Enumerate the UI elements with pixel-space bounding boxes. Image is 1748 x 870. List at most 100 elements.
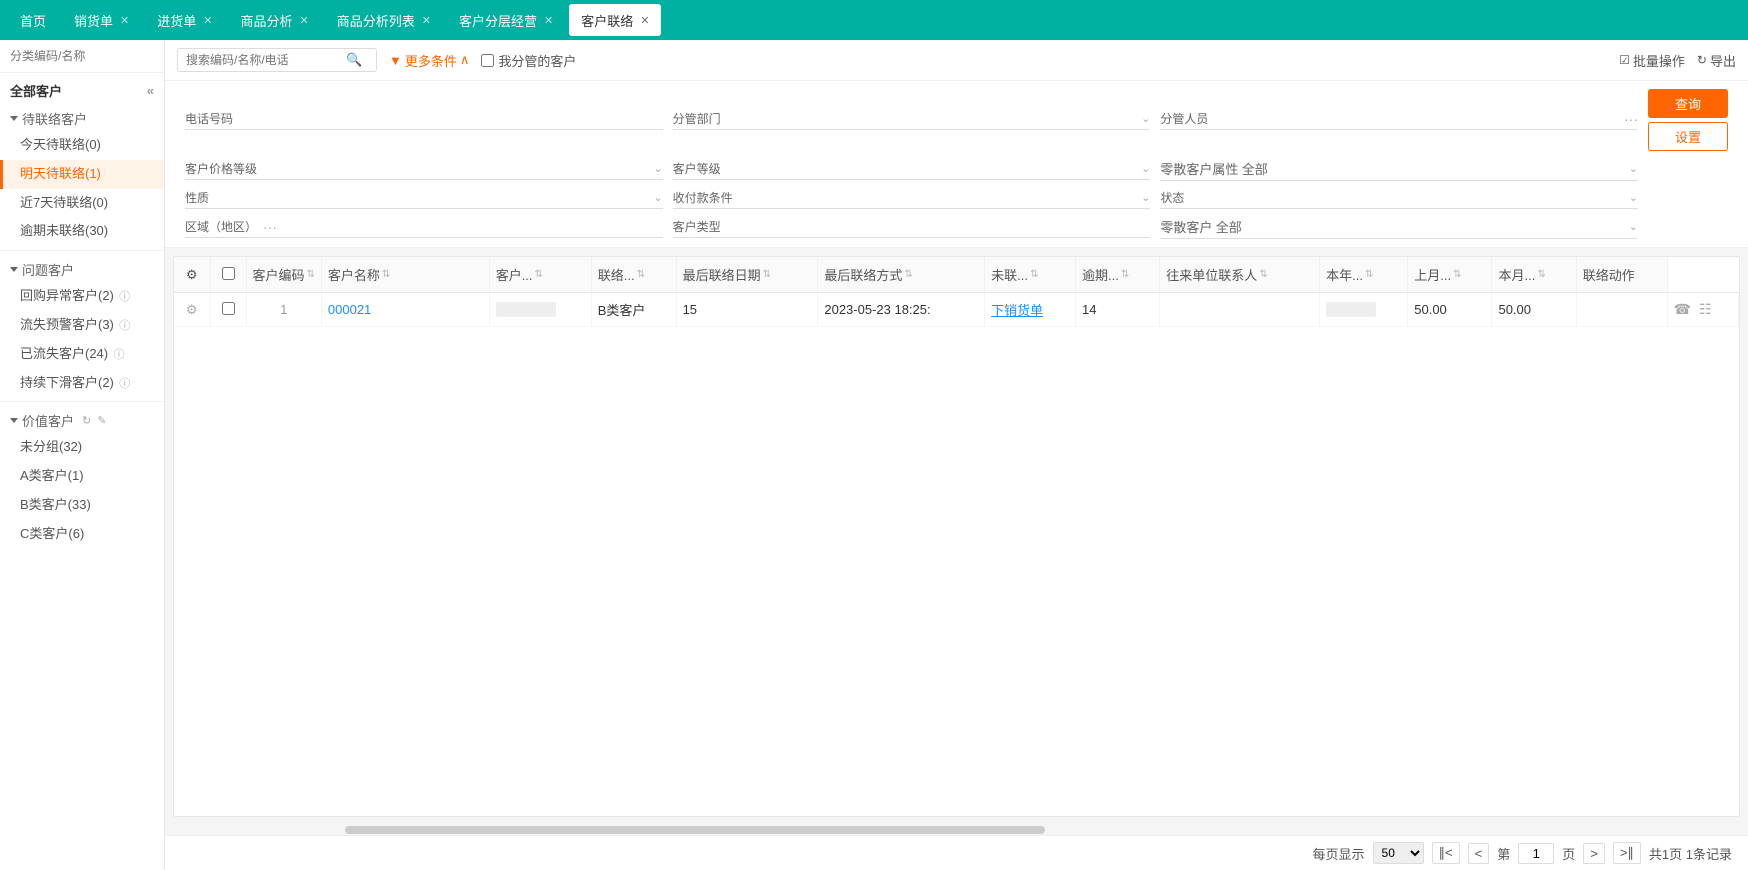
row-checkbox-cell[interactable] (210, 293, 246, 327)
nav-item-0[interactable]: 销货单 ✕ (62, 4, 141, 36)
th-action: 联络动作 (1576, 257, 1667, 293)
th-code[interactable]: 客户编码⇅ (246, 257, 321, 293)
filter-customer-type[interactable]: 客户类型 (673, 218, 1151, 238)
edit-icon[interactable]: ✎ (97, 414, 106, 427)
query-button[interactable]: 查询 (1648, 89, 1728, 118)
th-this-year[interactable]: 本年...⇅ (1320, 257, 1408, 293)
help-icon[interactable]: ⓘ (119, 320, 130, 332)
th-contact-count[interactable]: 联络...⇅ (591, 257, 676, 293)
search-input[interactable] (186, 53, 346, 67)
help-icon[interactable]: ⓘ (113, 349, 124, 361)
sidebar-item-c-class[interactable]: C类客户(6) (0, 520, 164, 549)
filter-payment-terms[interactable]: 收付款条件 ⌄ (673, 189, 1151, 209)
export-btn[interactable]: ↻ 导出 (1697, 51, 1736, 70)
nav-item-5[interactable]: 客户联络 ✕ (569, 4, 661, 36)
filter-row-4: 区域（地区） ··· 客户类型 零散客户 全部 ⌄ (185, 217, 1728, 239)
close-icon[interactable]: ✕ (300, 14, 309, 27)
collapse-icon[interactable]: « (147, 83, 154, 98)
row-code[interactable]: 000021 (321, 293, 489, 327)
select-all-checkbox[interactable] (222, 267, 235, 280)
filter-retail-customer[interactable]: 零散客户 全部 ⌄ (1160, 217, 1638, 239)
separator (0, 250, 164, 251)
filter-status[interactable]: 状态 ⌄ (1160, 189, 1638, 209)
th-last-date[interactable]: 最后联络日期⇅ (676, 257, 818, 293)
sidebar-item-overdue-pending[interactable]: 逾期未联络(30) (0, 217, 164, 246)
help-icon[interactable]: ⓘ (119, 291, 130, 303)
row-checkbox[interactable] (222, 302, 235, 315)
th-type[interactable]: 客户...⇅ (489, 257, 591, 293)
sidebar-item-churn-warning[interactable]: 流失预警客户(3) ⓘ (0, 311, 164, 340)
search-icon[interactable]: 🔍 (346, 52, 362, 68)
close-icon[interactable]: ✕ (120, 14, 129, 27)
th-checkbox[interactable] (210, 257, 246, 293)
nav-home[interactable]: 首页 (8, 4, 58, 36)
sidebar-item-7day-pending[interactable]: 近7天待联络(0) (0, 189, 164, 218)
sidebar-pending-group[interactable]: 待联络客户 (0, 104, 164, 131)
sidebar-item-a-class[interactable]: A类客户(1) (0, 462, 164, 491)
sidebar-item-today-pending[interactable]: 今天待联络(0) (0, 131, 164, 160)
filter-customer-level[interactable]: 客户等级 ⌄ (673, 160, 1151, 180)
sidebar-problem-group[interactable]: 问题客户 (0, 255, 164, 282)
grid-icon[interactable]: ☷ (1699, 301, 1712, 318)
row-last-month: 50.00 (1492, 293, 1576, 327)
ellipsis-icon[interactable]: ··· (1624, 111, 1638, 127)
filter-gender[interactable]: 性质 ⌄ (185, 189, 663, 209)
close-icon[interactable]: ✕ (640, 14, 649, 27)
first-page-btn[interactable]: ∥< (1432, 842, 1460, 864)
last-page-btn[interactable]: >∥ (1613, 842, 1641, 864)
batch-ops-btn[interactable]: ☑ 批量操作 (1619, 51, 1685, 70)
refresh-icon[interactable]: ↻ (82, 414, 91, 427)
nav-item-4[interactable]: 客户分层经营 ✕ (447, 4, 565, 36)
row-action[interactable]: ☎ ☷ (1667, 293, 1738, 327)
filter-price-level[interactable]: 客户价格等级 ⌄ (185, 160, 663, 180)
division-person-input[interactable] (1226, 112, 1618, 126)
horizontal-scrollbar[interactable] (165, 825, 1748, 835)
separator (0, 401, 164, 402)
sidebar-item-b-class[interactable]: B类客户(33) (0, 491, 164, 520)
th-settings[interactable]: ⚙ (174, 257, 210, 293)
sidebar-item-tomorrow-pending[interactable]: 明天待联络(1) (0, 160, 164, 189)
page-number-input[interactable] (1518, 843, 1554, 864)
phone-input[interactable] (251, 112, 663, 126)
nav-item-1[interactable]: 进货单 ✕ (145, 4, 224, 36)
scrollbar-thumb[interactable] (345, 826, 1045, 834)
call-icon[interactable]: ☎ (1674, 301, 1691, 318)
prev-page-btn[interactable]: < (1468, 843, 1490, 864)
close-icon[interactable]: ✕ (544, 14, 553, 27)
th-this-month[interactable]: 本月...⇅ (1492, 257, 1576, 293)
top-nav: 首页 销货单 ✕ 进货单 ✕ 商品分析 ✕ 商品分析列表 ✕ 客户分层经营 ✕ … (0, 0, 1748, 40)
th-overdue[interactable]: 逾期...⇅ (1076, 257, 1160, 293)
my-customers-checkbox[interactable] (481, 54, 494, 67)
th-related-person[interactable]: 往来单位联系人⇅ (1160, 257, 1320, 293)
th-last-method[interactable]: 最后联络方式⇅ (818, 257, 985, 293)
ellipsis-icon[interactable]: ··· (263, 219, 277, 235)
help-icon[interactable]: ⓘ (119, 378, 130, 390)
more-conditions-btn[interactable]: ▼ 更多条件 ∧ (389, 51, 469, 70)
sidebar-item-abnormal[interactable]: 回购异常客户(2) ⓘ (0, 282, 164, 311)
sidebar-item-ungrouped[interactable]: 未分组(32) (0, 433, 164, 462)
th-last-month[interactable]: 上月...⇅ (1408, 257, 1492, 293)
nav-item-2[interactable]: 商品分析 ✕ (228, 4, 320, 36)
sort-icon: ⇅ (535, 269, 543, 280)
my-customers-check[interactable]: 我分管的客户 (481, 51, 576, 70)
sidebar-item-churned[interactable]: 已流失客户(24) ⓘ (0, 340, 164, 369)
close-icon[interactable]: ✕ (422, 14, 431, 27)
row-settings[interactable]: ⚙ (174, 293, 210, 327)
row-name (489, 293, 591, 327)
th-name[interactable]: 客户名称⇅ (321, 257, 489, 293)
sidebar-value-group[interactable]: 价值客户 ↻ ✎ (0, 406, 164, 433)
reset-button[interactable]: 设置 (1648, 122, 1728, 151)
sidebar-item-declining[interactable]: 持续下滑客户(2) ⓘ (0, 369, 164, 398)
sidebar-search-input[interactable] (10, 49, 165, 63)
close-icon[interactable]: ✕ (203, 14, 212, 27)
filter-division-person: 分管人员 ··· (1160, 110, 1638, 130)
filter-division-dept[interactable]: 分管部门 ⌄ (673, 110, 1151, 130)
row-last-method[interactable]: 下销货单 (985, 293, 1076, 327)
next-page-btn[interactable]: > (1583, 843, 1605, 864)
nav-item-3[interactable]: 商品分析列表 ✕ (325, 4, 443, 36)
th-uncontacted[interactable]: 未联...⇅ (985, 257, 1076, 293)
sidebar-all-customers[interactable]: 全部客户 « (0, 73, 164, 104)
per-page-select[interactable]: 50 100 200 (1373, 842, 1424, 864)
filter-retail-attr[interactable]: 零散客户属性 全部 ⌄ (1160, 159, 1638, 181)
filter-region: 区域（地区） ··· (185, 218, 663, 238)
